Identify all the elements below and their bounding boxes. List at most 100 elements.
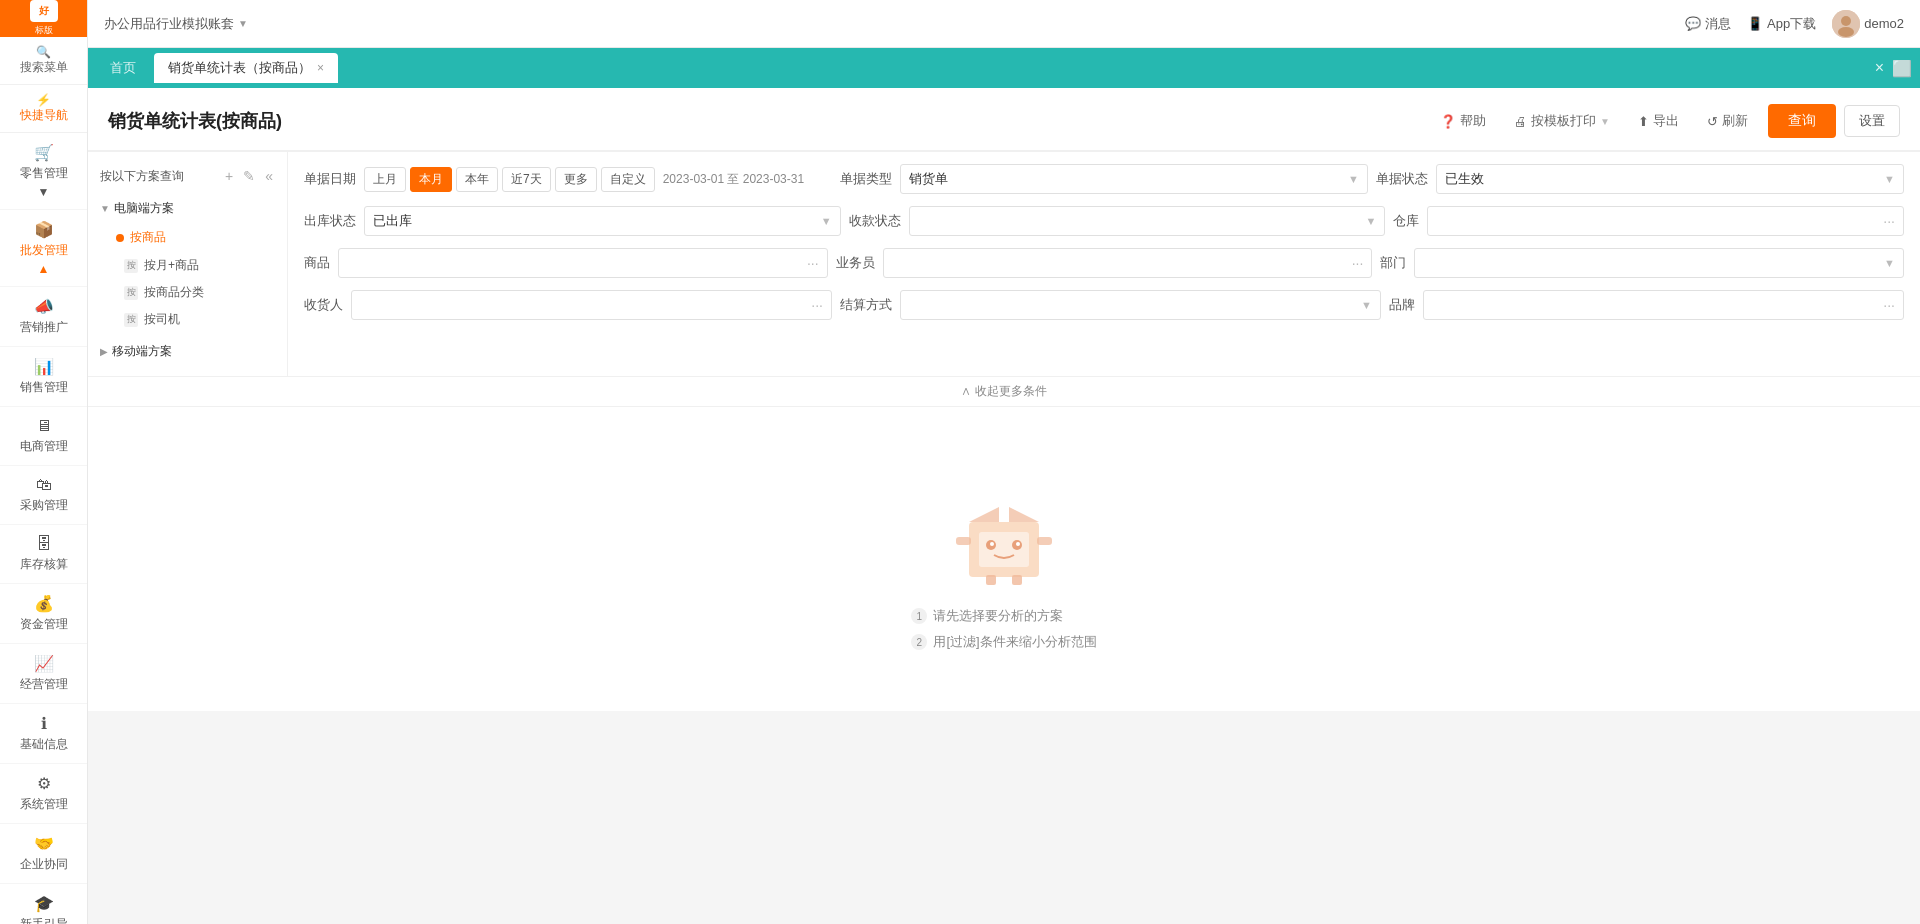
collapse-row[interactable]: ∧ 收起更多条件	[88, 376, 1920, 406]
tab-sales-report[interactable]: 销货单统计表（按商品） ×	[154, 53, 338, 83]
goods-select[interactable]: ···	[338, 248, 828, 278]
quick-nav-icon: ⚡	[36, 93, 51, 107]
date-btn-this-year[interactable]: 本年	[456, 167, 498, 192]
top-header: 办公用品行业模拟账套 ▼ 💬 消息 📱 App下载 demo2	[88, 0, 1920, 48]
search-icon: 🔍	[36, 45, 51, 59]
sidebar-item-system[interactable]: ⚙ 系统管理	[0, 764, 87, 824]
tab-close-btn[interactable]: ×	[317, 61, 324, 75]
action-btn-group: 查询 设置	[1768, 104, 1900, 138]
sidebar-item-purchase[interactable]: 🛍 采购管理	[0, 466, 87, 525]
svg-rect-4	[979, 532, 1029, 567]
sidebar-item-wholesale[interactable]: 📦 批发管理 ▲	[0, 210, 87, 287]
sales-icon: 📊	[34, 357, 54, 376]
message-label: 消息	[1705, 15, 1731, 33]
collect-status-label: 收款状态	[849, 212, 901, 230]
tab-home[interactable]: 首页	[96, 53, 150, 83]
header-actions: 💬 消息 📱 App下载 demo2	[1685, 10, 1904, 38]
sidebar-item-finance[interactable]: 💰 资金管理	[0, 584, 87, 644]
sidebar-item-basic[interactable]: ℹ 基础信息	[0, 704, 87, 764]
date-btn-last-month[interactable]: 上月	[364, 167, 406, 192]
doc-type-label: 单据类型	[840, 170, 892, 188]
empty-state: 1 请先选择要分析的方案 2 用[过滤]条件来缩小分析范围	[88, 407, 1920, 711]
empty-tip-1: 1 请先选择要分析的方案	[911, 607, 1063, 625]
filter-area: 按以下方案查询 + ✎ « ▼ 电脑端方案 按商品	[88, 151, 1920, 376]
scheme-sub-item-driver[interactable]: 按 按司机	[88, 306, 287, 333]
page-title-row: 销货单统计表(按商品) ❓ 帮助 🖨 按模板打印 ▼ ⬆ 导出	[88, 88, 1920, 150]
staff-select[interactable]: ···	[883, 248, 1373, 278]
svg-point-8	[1016, 542, 1020, 546]
app-logo[interactable]: 好 标版	[0, 0, 87, 37]
doc-status-select[interactable]: 已生效 ▼	[1436, 164, 1904, 194]
out-status-select[interactable]: 已出库 ▼	[364, 206, 841, 236]
message-icon: 💬	[1685, 16, 1701, 31]
app-download-btn[interactable]: 📱 App下载	[1747, 15, 1816, 33]
wholesale-icon: 📦	[34, 220, 54, 239]
date-btn-more[interactable]: 更多	[555, 167, 597, 192]
mobile-group-arrow: ▶	[100, 346, 108, 357]
sidebar-item-quick-nav[interactable]: ⚡ 快捷导航	[0, 85, 87, 133]
svg-point-2	[1838, 27, 1854, 37]
receiver-select[interactable]: ···	[351, 290, 832, 320]
scheme-add-btn[interactable]: +	[223, 166, 235, 186]
collect-status-select[interactable]: ▼	[909, 206, 1386, 236]
sidebar-item-ecom[interactable]: 🖥 电商管理	[0, 407, 87, 466]
doc-type-select[interactable]: 销货单 ▼	[900, 164, 1368, 194]
scheme-edit-btn[interactable]: ✎	[241, 166, 257, 186]
export-icon: ⬆	[1638, 114, 1649, 129]
refresh-btn[interactable]: ↺ 刷新	[1699, 108, 1756, 134]
user-profile[interactable]: demo2	[1832, 10, 1904, 38]
page-title: 销货单统计表(按商品)	[108, 109, 282, 133]
sidebar-item-retail[interactable]: 🛒 零售管理 ▼	[0, 133, 87, 210]
print-icon: 🖨	[1514, 114, 1527, 129]
scheme-item-by-goods[interactable]: 按商品	[88, 223, 287, 252]
message-btn[interactable]: 💬 消息	[1685, 15, 1731, 33]
sidebar-item-newbie[interactable]: 🎓 新手引导	[0, 884, 87, 924]
export-btn[interactable]: ⬆ 导出	[1630, 108, 1687, 134]
basic-icon: ℹ	[41, 714, 47, 733]
empty-illustration	[944, 487, 1064, 587]
newbie-icon: 🎓	[34, 894, 54, 913]
dept-select[interactable]: ▼	[1414, 248, 1904, 278]
scheme-panel: 按以下方案查询 + ✎ « ▼ 电脑端方案 按商品	[88, 152, 288, 376]
tip-1-num: 1	[911, 608, 927, 624]
collapse-label: ∧ 收起更多条件	[961, 384, 1046, 398]
empty-tip-2: 2 用[过滤]条件来缩小分析范围	[911, 633, 1096, 651]
close-window-btn[interactable]: ×	[1875, 59, 1884, 77]
wholesale-label: 批发管理	[20, 242, 68, 259]
date-btn-custom[interactable]: 自定义	[601, 167, 655, 192]
brand-select[interactable]: ···	[1423, 290, 1904, 320]
scheme-group-pc-title[interactable]: ▼ 电脑端方案	[88, 194, 287, 223]
scheme-collapse-btn[interactable]: «	[263, 166, 275, 186]
sub-icon-1: 按	[124, 259, 138, 273]
payment-select[interactable]: ▼	[900, 290, 1381, 320]
out-status-value: 已出库	[373, 212, 412, 230]
scheme-group-mobile: ▶ 移动端方案	[88, 337, 287, 366]
sidebar-item-sales[interactable]: 📊 销售管理	[0, 347, 87, 407]
scheme-sub-item-month-goods[interactable]: 按 按月+商品	[88, 252, 287, 279]
sidebar-item-inventory[interactable]: 🗄 库存核算	[0, 525, 87, 584]
scheme-sub-item-category[interactable]: 按 按商品分类	[88, 279, 287, 306]
industry-selector[interactable]: 办公用品行业模拟账套 ▼	[104, 15, 248, 33]
scheme-group-mobile-title[interactable]: ▶ 移动端方案	[88, 337, 287, 366]
warehouse-select[interactable]: ···	[1427, 206, 1904, 236]
query-btn[interactable]: 查询	[1768, 104, 1836, 138]
print-btn[interactable]: 🖨 按模板打印 ▼	[1506, 108, 1618, 134]
sidebar-item-marketing[interactable]: 📣 营销推广	[0, 287, 87, 347]
system-icon: ⚙	[37, 774, 51, 793]
svg-rect-9	[986, 575, 996, 585]
ecom-icon: 🖥	[36, 417, 52, 435]
sidebar-item-operations[interactable]: 📈 经营管理	[0, 644, 87, 704]
maximize-window-btn[interactable]: ⬜	[1892, 59, 1912, 78]
date-btn-this-month[interactable]: 本月	[410, 167, 452, 192]
help-btn[interactable]: ❓ 帮助	[1432, 108, 1494, 134]
sidebar-item-search[interactable]: 🔍 搜索菜单	[0, 37, 87, 85]
content-panel: 销货单统计表(按商品) ❓ 帮助 🖨 按模板打印 ▼ ⬆ 导出	[88, 88, 1920, 711]
brand-label: 品牌	[1389, 296, 1415, 314]
date-btn-7days[interactable]: 近7天	[502, 167, 551, 192]
scheme-item-label: 按商品	[130, 229, 166, 246]
settings-btn[interactable]: 设置	[1844, 105, 1900, 137]
warehouse-dots-icon: ···	[1883, 213, 1895, 229]
sidebar-item-collab[interactable]: 🤝 企业协同	[0, 824, 87, 884]
brand-dots-icon: ···	[1883, 297, 1895, 313]
doc-type-value: 销货单	[909, 170, 948, 188]
